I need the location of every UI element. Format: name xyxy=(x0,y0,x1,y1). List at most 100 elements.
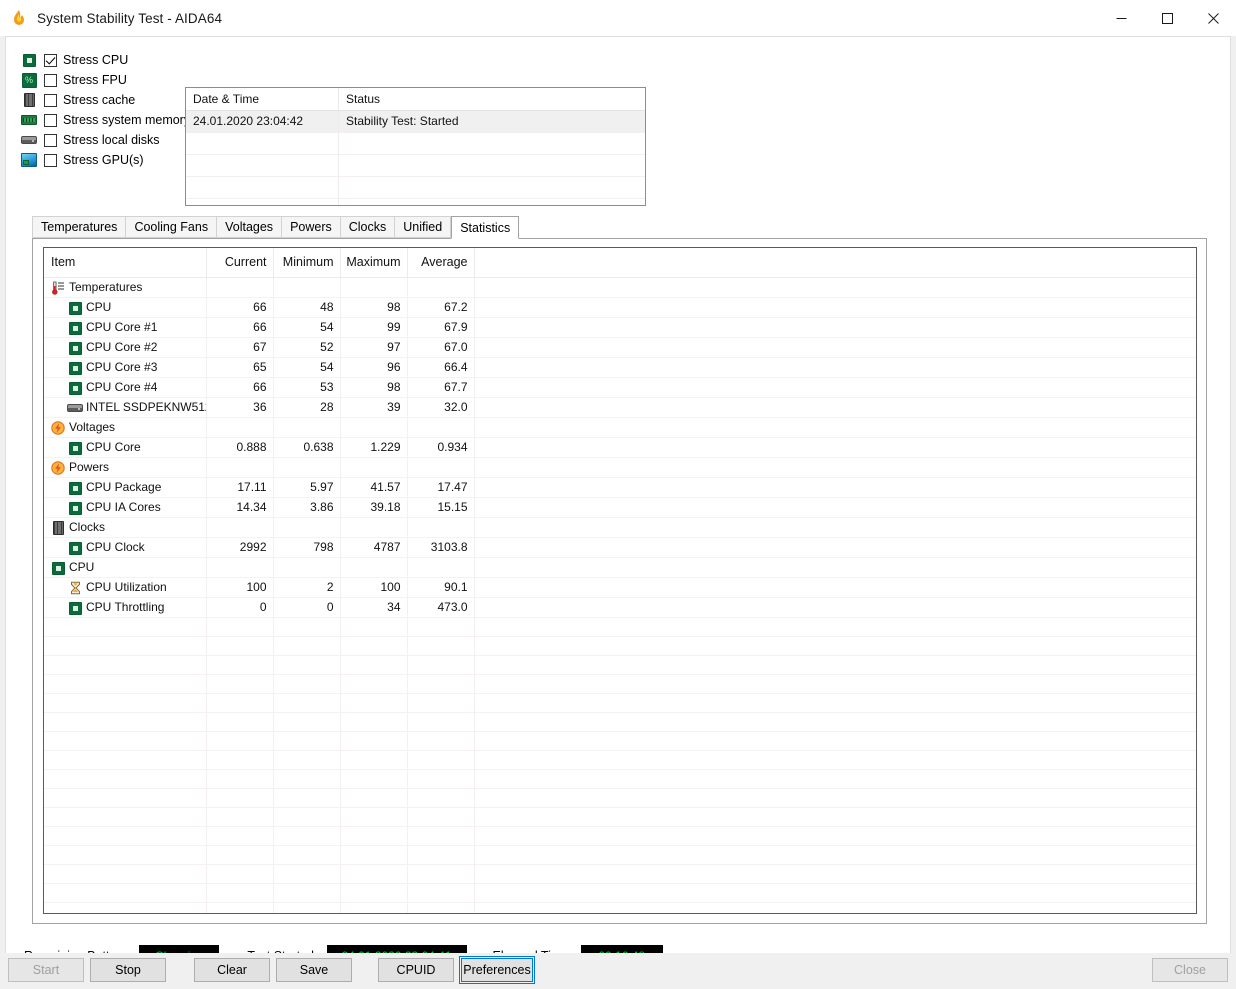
cell-empty xyxy=(44,693,207,713)
cell-filler xyxy=(474,826,1196,846)
column-header-current[interactable]: Current xyxy=(206,248,274,278)
tab-temperatures[interactable]: Temperatures xyxy=(32,216,126,238)
tab-voltages[interactable]: Voltages xyxy=(216,216,282,238)
item-label: CPU Core #1 xyxy=(86,320,158,334)
log-cell-empty xyxy=(339,177,645,198)
table-row[interactable]: Temperatures xyxy=(44,277,1196,298)
stop-button[interactable]: Stop xyxy=(90,958,166,982)
cell-empty xyxy=(273,769,341,789)
table-row[interactable]: CPU Core #1 66 54 99 67.9 xyxy=(44,317,1196,338)
stress-option-row[interactable]: Stress local disks xyxy=(21,130,201,150)
column-header-minimum[interactable]: Minimum xyxy=(273,248,341,278)
stress-option-checkbox[interactable] xyxy=(44,113,57,127)
item-label: CPU IA Cores xyxy=(86,500,161,514)
cell-minimum: 0 xyxy=(273,597,341,618)
cell-current xyxy=(206,517,274,538)
cache-memory-icon xyxy=(50,520,66,536)
table-row[interactable]: CPU Core 0.888 0.638 1.229 0.934 xyxy=(44,437,1196,458)
cell-maximum: 4787 xyxy=(340,537,408,558)
stress-option-row[interactable]: Stress GPU(s) xyxy=(21,150,201,170)
cell-average xyxy=(407,557,475,578)
cpu-chip-icon xyxy=(67,440,83,456)
close-button-bottom[interactable]: Close xyxy=(1152,958,1228,982)
tab-statistics[interactable]: Statistics xyxy=(451,216,520,239)
preferences-button[interactable]: Preferences xyxy=(459,956,535,984)
cell-empty xyxy=(340,807,408,827)
stress-option-checkbox[interactable] xyxy=(44,53,57,67)
column-header-item[interactable]: Item xyxy=(44,248,207,278)
cell-average: 17.47 xyxy=(407,477,475,498)
cpuid-button[interactable]: CPUID xyxy=(378,958,454,982)
cell-empty xyxy=(273,750,341,770)
table-row[interactable]: CPU Core #3 65 54 96 66.4 xyxy=(44,357,1196,378)
cell-empty xyxy=(340,883,408,903)
column-header-average[interactable]: Average xyxy=(407,248,475,278)
cell-empty xyxy=(407,693,475,713)
stress-option-row[interactable]: % Stress FPU xyxy=(21,70,201,90)
cell-filler xyxy=(474,517,1196,538)
table-row[interactable]: CPU Throttling 0 0 34 473.0 xyxy=(44,597,1196,618)
table-row[interactable]: CPU Core #4 66 53 98 67.7 xyxy=(44,377,1196,398)
statistics-panel: Item Current Minimum Maximum Average Tem… xyxy=(32,239,1207,924)
cell-empty xyxy=(273,807,341,827)
clear-button[interactable]: Clear xyxy=(194,958,270,982)
log-column-status[interactable]: Status xyxy=(339,88,645,110)
cell-filler xyxy=(474,437,1196,458)
flame-icon xyxy=(9,8,29,28)
statistics-grid[interactable]: Item Current Minimum Maximum Average Tem… xyxy=(43,247,1197,914)
stress-option-row[interactable]: Stress system memory xyxy=(21,110,201,130)
cpu-chip-icon xyxy=(67,380,83,396)
tab-unified[interactable]: Unified xyxy=(394,216,452,238)
cpu-chip-icon xyxy=(67,360,82,375)
column-header-maximum[interactable]: Maximum xyxy=(340,248,408,278)
table-row[interactable]: Powers xyxy=(44,457,1196,478)
stress-option-row[interactable]: Stress CPU xyxy=(21,50,201,70)
stress-option-row[interactable]: Stress cache xyxy=(21,90,201,110)
cell-empty xyxy=(206,864,274,884)
cell-filler xyxy=(474,788,1196,808)
maximize-button[interactable] xyxy=(1144,0,1190,36)
stress-option-checkbox[interactable] xyxy=(44,93,57,107)
table-row[interactable]: CPU Core #2 67 52 97 67.0 xyxy=(44,337,1196,358)
cell-empty xyxy=(407,655,475,675)
cell-current: 0 xyxy=(206,597,274,618)
statistics-table: Item Current Minimum Maximum Average Tem… xyxy=(44,248,1196,913)
cell-average: 67.2 xyxy=(407,297,475,318)
tab-powers[interactable]: Powers xyxy=(281,216,340,238)
table-row[interactable]: CPU xyxy=(44,557,1196,578)
table-row[interactable]: INTEL SSDPEKNW512...36283932.0 xyxy=(44,397,1196,418)
cpu-chip-icon xyxy=(21,52,37,68)
power-bolt-icon xyxy=(50,460,66,476)
cache-memory-icon xyxy=(50,520,66,536)
table-row[interactable]: CPU Utilization 100 2 100 90.1 xyxy=(44,577,1196,598)
cell-empty xyxy=(273,864,341,884)
item-label: CPU Core #3 xyxy=(86,360,158,374)
start-button[interactable]: Start xyxy=(8,958,84,982)
cell-filler xyxy=(474,883,1196,903)
tab-cooling-fans[interactable]: Cooling Fans xyxy=(125,216,217,238)
cpu-chip-icon xyxy=(67,440,83,456)
cell-empty xyxy=(340,693,408,713)
close-button[interactable] xyxy=(1190,0,1236,36)
save-button[interactable]: Save xyxy=(276,958,352,982)
table-row[interactable]: CPU 66 48 98 67.2 xyxy=(44,297,1196,318)
table-row[interactable]: CPU Package 17.11 5.97 41.57 17.47 xyxy=(44,477,1196,498)
tab-clocks[interactable]: Clocks xyxy=(339,216,395,238)
table-row[interactable]: CPU IA Cores 14.34 3.86 39.18 15.15 xyxy=(44,497,1196,518)
log-column-datetime[interactable]: Date & Time xyxy=(186,88,339,110)
cell-minimum: 54 xyxy=(273,317,341,338)
stress-option-checkbox[interactable] xyxy=(44,153,57,167)
log-row[interactable]: 24.01.2020 23:04:42 Stability Test: Start… xyxy=(186,111,645,133)
cell-minimum: 28 xyxy=(273,397,341,418)
cell-empty xyxy=(340,655,408,675)
stress-option-checkbox[interactable] xyxy=(44,133,57,147)
table-row[interactable]: Clocks xyxy=(44,517,1196,538)
cell-filler xyxy=(474,497,1196,518)
event-log-list[interactable]: Date & Time Status 24.01.2020 23:04:42 St… xyxy=(185,87,646,206)
stress-option-checkbox[interactable] xyxy=(44,73,57,87)
cell-item: CPU Throttling xyxy=(44,597,207,618)
cell-empty xyxy=(340,636,408,656)
minimize-button[interactable] xyxy=(1098,0,1144,36)
table-row[interactable]: Voltages xyxy=(44,417,1196,438)
table-row[interactable]: CPU Clock 2992 798 4787 3103.8 xyxy=(44,537,1196,558)
